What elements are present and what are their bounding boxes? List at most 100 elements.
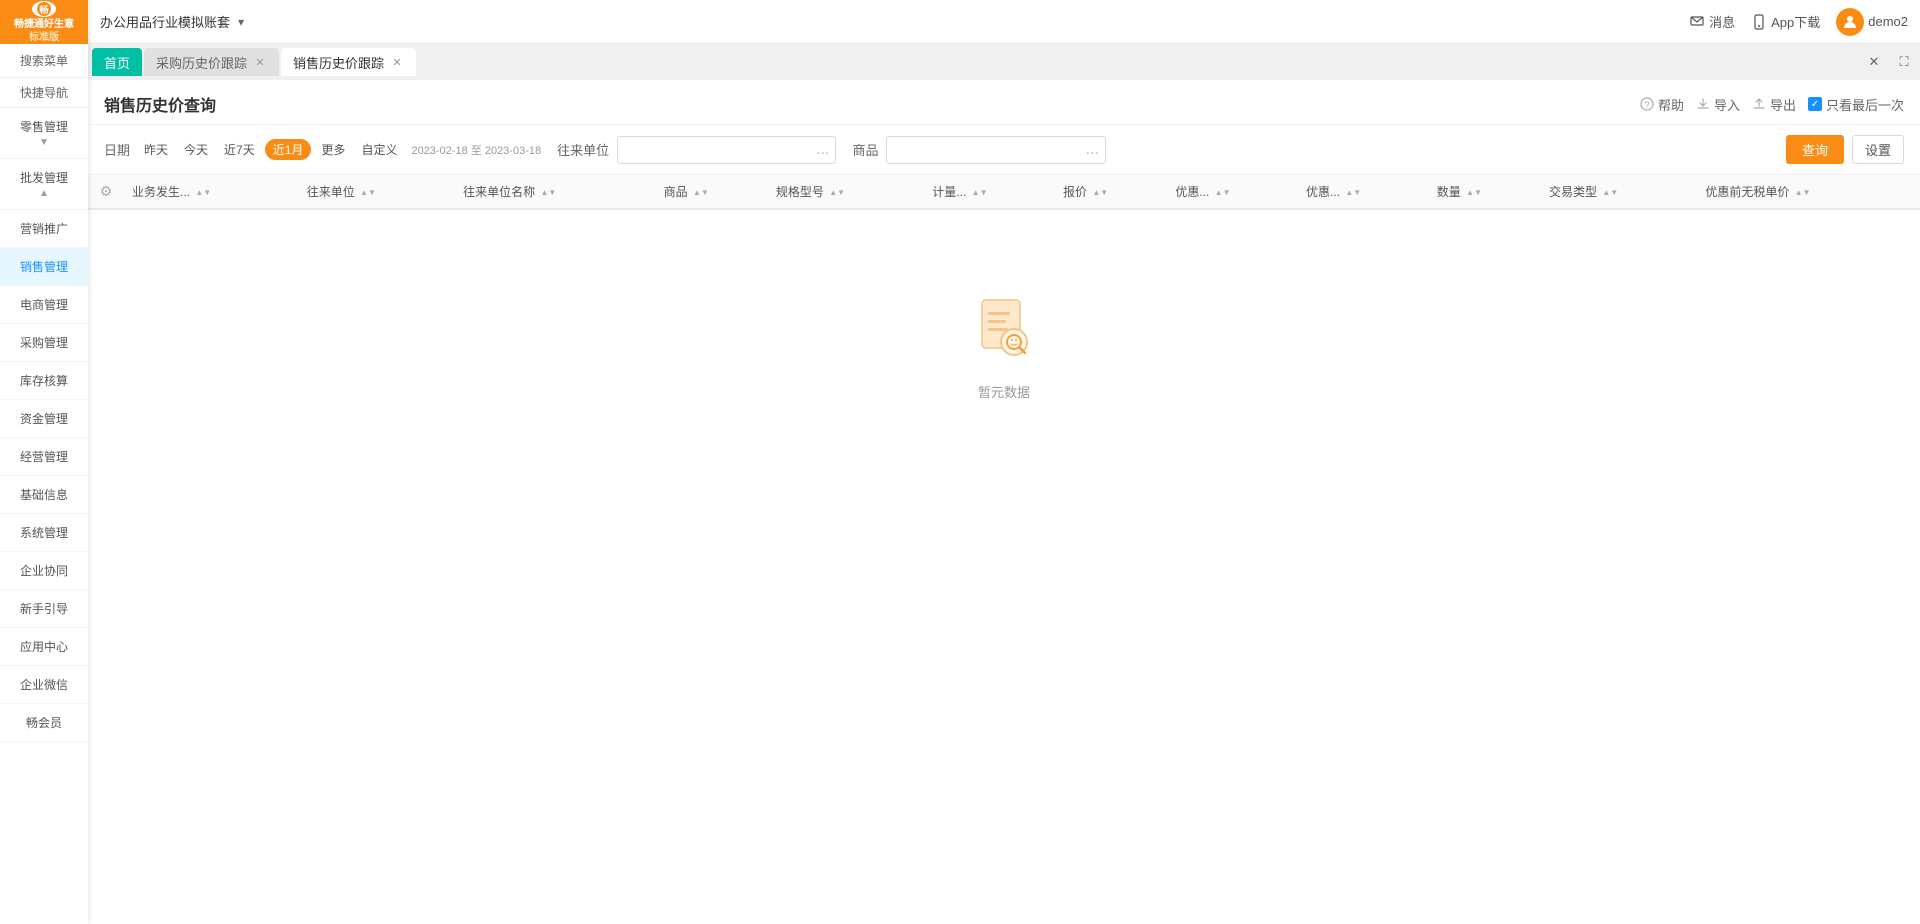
- date-options: 昨天 今天 近7天 近1月 更多 自定义: [138, 139, 403, 160]
- table-header-row: ⚙ 业务发生... ▲▼ 往来单位 ▲▼ 往来单位名称 ▲▼: [88, 175, 1920, 209]
- empty-icon: [964, 290, 1044, 370]
- query-button[interactable]: 查询: [1786, 135, 1844, 164]
- tab-home[interactable]: 首页: [92, 48, 142, 76]
- sidebar-item-inventory[interactable]: 库存核算: [0, 362, 88, 400]
- message-icon: [1689, 14, 1705, 30]
- import-btn[interactable]: 导入: [1696, 95, 1740, 114]
- tab-sales-close-icon[interactable]: ✕: [390, 55, 404, 69]
- message-btn[interactable]: 消息: [1689, 12, 1735, 31]
- sidebar-item-purchase-mgmt[interactable]: 采购管理: [0, 324, 88, 362]
- sidebar-item-marketing[interactable]: 营销推广: [0, 210, 88, 248]
- date-btn-today[interactable]: 今天: [178, 139, 214, 160]
- sort-counterpart-code-icon: ▲▼: [360, 188, 376, 197]
- date-range-display: 2023-02-18 至 2023-03-18: [411, 142, 541, 158]
- tab-close-all-btn[interactable]: ✕: [1862, 50, 1886, 74]
- th-counterpart-code[interactable]: 往来单位 ▲▼: [299, 175, 455, 209]
- counterpart-input-wrap: ...: [617, 136, 836, 164]
- counterpart-filter-label: 往来单位: [557, 140, 609, 159]
- table-settings-icon[interactable]: ⚙: [100, 183, 113, 199]
- avatar-icon: [1842, 14, 1858, 30]
- sidebar-item-ops-mgmt[interactable]: 经营管理: [0, 438, 88, 476]
- tabs-bar: 首页 采购历史价跟踪 ✕ 销售历史价跟踪 ✕ ✕ ⛶: [88, 44, 1920, 80]
- setting-button[interactable]: 设置: [1852, 135, 1904, 164]
- goods-filter-group: 商品 ...: [852, 136, 1105, 164]
- phone-icon: [1751, 14, 1767, 30]
- sort-counterpart-name-icon: ▲▼: [541, 188, 557, 197]
- sidebar-search-menu[interactable]: 搜索菜单: [0, 44, 88, 78]
- avatar: [1836, 8, 1864, 36]
- main-area: 办公用品行业模拟账套 ▾ 消息 App下载: [88, 0, 1920, 924]
- counterpart-input[interactable]: [618, 142, 810, 157]
- retail-arrow-icon: ▼: [39, 137, 49, 148]
- content-area: 销售历史价查询 ? 帮助 导入: [88, 80, 1920, 924]
- sidebar-item-enterprise[interactable]: 企业协同: [0, 552, 88, 590]
- sort-discount1-icon: ▲▼: [1215, 188, 1231, 197]
- th-goods[interactable]: 商品 ▲▼: [656, 175, 768, 209]
- help-icon: ?: [1640, 97, 1654, 111]
- only-last-checkbox[interactable]: ✓ 只看最后一次: [1808, 95, 1904, 114]
- th-quote[interactable]: 报价 ▲▼: [1055, 175, 1167, 209]
- sidebar-item-new-guide[interactable]: 新手引导: [0, 590, 88, 628]
- topbar-title: 办公用品行业模拟账套: [100, 12, 230, 31]
- table-wrap[interactable]: ⚙ 业务发生... ▲▼ 往来单位 ▲▼ 往来单位名称 ▲▼: [88, 175, 1920, 924]
- th-unit[interactable]: 计量... ▲▼: [924, 175, 1055, 209]
- sidebar-item-system-mgmt[interactable]: 系统管理: [0, 514, 88, 552]
- sidebar-item-vip[interactable]: 畅会员: [0, 704, 88, 742]
- sidebar-quick-nav[interactable]: 快捷导航: [0, 78, 88, 108]
- topbar-dropdown-icon[interactable]: ▾: [238, 15, 244, 29]
- goods-input-wrap: ...: [886, 136, 1105, 164]
- date-btn-custom[interactable]: 自定义: [355, 139, 403, 160]
- date-btn-yesterday[interactable]: 昨天: [138, 139, 174, 160]
- th-spec[interactable]: 规格型号 ▲▼: [768, 175, 924, 209]
- sidebar-item-sales-mgmt[interactable]: 销售管理: [0, 248, 88, 286]
- counterpart-dots-btn[interactable]: ...: [810, 142, 835, 158]
- th-qty[interactable]: 数量 ▲▼: [1429, 175, 1541, 209]
- sidebar-item-finance-mgmt[interactable]: 资金管理: [0, 400, 88, 438]
- sidebar-item-basic-info[interactable]: 基础信息: [0, 476, 88, 514]
- svg-text:畅: 畅: [39, 4, 48, 15]
- th-discount2[interactable]: 优惠... ▲▼: [1298, 175, 1429, 209]
- logo-icon: 畅: [32, 1, 56, 17]
- date-filter-group: 日期 昨天 今天 近7天 近1月 更多 自定义 2023-02-18 至 202…: [104, 139, 541, 160]
- date-btn-1month[interactable]: 近1月: [265, 139, 312, 160]
- sidebar-logo: 畅 畅捷通好生意 标准版: [0, 0, 88, 44]
- topbar-right: 消息 App下载 demo2: [1689, 8, 1908, 36]
- goods-filter-label: 商品: [852, 140, 878, 159]
- tab-purchase[interactable]: 采购历史价跟踪 ✕: [144, 48, 279, 76]
- tab-sales[interactable]: 销售历史价跟踪 ✕: [281, 48, 416, 76]
- date-btn-7days[interactable]: 近7天: [218, 139, 261, 160]
- tab-purchase-close-icon[interactable]: ✕: [253, 55, 267, 69]
- app-download-btn[interactable]: App下载: [1751, 12, 1820, 31]
- sidebar-item-wholesale-mgmt[interactable]: 批发管理 ▲: [0, 159, 88, 210]
- sort-biz-date-icon: ▲▼: [195, 188, 211, 197]
- user-btn[interactable]: demo2: [1836, 8, 1908, 36]
- tab-expand-btn[interactable]: ⛶: [1892, 50, 1916, 74]
- sidebar-item-wechat[interactable]: 企业微信: [0, 666, 88, 704]
- th-trade-type[interactable]: 交易类型 ▲▼: [1541, 175, 1697, 209]
- sidebar-item-app-center[interactable]: 应用中心: [0, 628, 88, 666]
- sort-spec-icon: ▲▼: [829, 188, 845, 197]
- sidebar-item-ecom-mgmt[interactable]: 电商管理: [0, 286, 88, 324]
- topbar: 办公用品行业模拟账套 ▾ 消息 App下载: [88, 0, 1920, 44]
- date-filter-label: 日期: [104, 140, 130, 159]
- sort-goods-icon: ▲▼: [693, 188, 709, 197]
- th-pretax-price[interactable]: 优惠前无税单价 ▲▼: [1697, 175, 1920, 209]
- th-counterpart-name[interactable]: 往来单位名称 ▲▼: [455, 175, 655, 209]
- data-table: ⚙ 业务发生... ▲▼ 往来单位 ▲▼ 往来单位名称 ▲▼: [88, 175, 1920, 210]
- export-btn[interactable]: 导出: [1752, 95, 1796, 114]
- counterpart-filter-group: 往来单位 ...: [557, 136, 836, 164]
- date-btn-more[interactable]: 更多: [315, 139, 351, 160]
- help-btn[interactable]: ? 帮助: [1640, 95, 1684, 114]
- export-icon: [1752, 97, 1766, 111]
- th-biz-date[interactable]: 业务发生... ▲▼: [124, 175, 299, 209]
- sidebar-item-retail-mgmt[interactable]: 零售管理 ▼: [0, 108, 88, 159]
- goods-dots-btn[interactable]: ...: [1079, 142, 1104, 158]
- th-discount1[interactable]: 优惠... ▲▼: [1167, 175, 1298, 209]
- sort-unit-icon: ▲▼: [972, 188, 988, 197]
- sort-pretax-price-icon: ▲▼: [1795, 188, 1811, 197]
- page-title: 销售历史价查询: [104, 92, 216, 116]
- empty-state: 暂元数据: [88, 210, 1920, 481]
- goods-input[interactable]: [887, 142, 1079, 157]
- sort-trade-type-icon: ▲▼: [1602, 188, 1618, 197]
- sort-discount2-icon: ▲▼: [1345, 188, 1361, 197]
